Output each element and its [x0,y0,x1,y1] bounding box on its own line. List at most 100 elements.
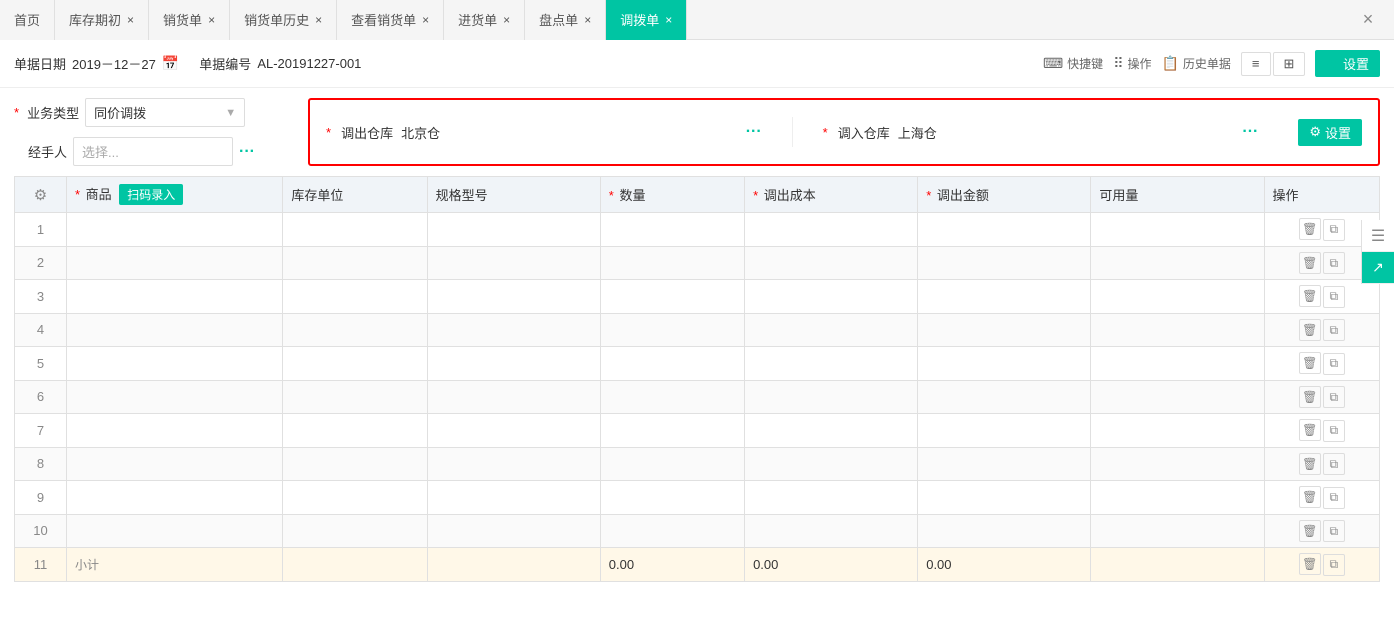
tab-inventory-init[interactable]: 库存期初 × [55,0,149,40]
product-cell[interactable] [66,313,282,347]
cost-cell[interactable] [745,481,918,515]
tab-purchase[interactable]: 进货单 × [444,0,525,40]
qty-cell[interactable] [600,313,744,347]
delete-row-button[interactable]: 🗑 [1299,386,1321,408]
delete-row-button[interactable]: 🗑 [1299,252,1321,274]
copy-row-button[interactable]: ⧉ [1323,520,1345,542]
cost-cell[interactable] [745,347,918,381]
copy-row-button[interactable]: ⧉ [1323,420,1345,442]
copy-row-button[interactable]: ⧉ [1323,286,1345,308]
spec-cell[interactable] [427,514,600,548]
qty-cell[interactable] [600,246,744,280]
copy-row-button[interactable]: ⧉ [1323,487,1345,509]
copy-row-button[interactable]: ⧉ [1323,252,1345,274]
amount-cell[interactable] [918,246,1091,280]
qty-cell[interactable] [600,380,744,414]
tab-sales-history-close[interactable]: × [315,13,322,27]
avail-cell[interactable] [1091,280,1264,314]
tab-sales-history[interactable]: 销货单历史 × [230,0,337,40]
avail-cell[interactable] [1091,347,1264,381]
operation-button[interactable]: ⠿ 操作 [1113,55,1151,72]
amount-cell[interactable] [918,514,1091,548]
biz-type-input[interactable]: 同价调拨 ▼ [85,98,245,127]
delete-row-button[interactable]: 🗑 [1299,520,1321,542]
product-cell[interactable] [66,447,282,481]
qty-cell[interactable] [600,514,744,548]
tab-view-sales-close[interactable]: × [422,13,429,27]
spec-cell[interactable] [427,347,600,381]
spec-cell[interactable] [427,213,600,247]
wh-settings-button[interactable]: ⚙ 设置 [1298,119,1362,146]
amount-cell[interactable] [918,447,1091,481]
cost-cell[interactable] [745,414,918,448]
shortcut-button[interactable]: ⌨ 快捷键 [1043,55,1103,72]
unit-cell[interactable] [283,414,427,448]
side-list-button[interactable]: ☰ [1362,220,1394,252]
avail-cell[interactable] [1091,414,1264,448]
product-cell[interactable] [66,347,282,381]
table-settings-icon[interactable]: ⚙ [34,187,47,204]
avail-cell[interactable] [1091,514,1264,548]
product-cell[interactable] [66,514,282,548]
unit-cell[interactable] [283,347,427,381]
scan-entry-button[interactable]: 扫码录入 [119,184,183,205]
tab-home[interactable]: 首页 [0,0,55,40]
tab-purchase-close[interactable]: × [503,13,510,27]
tab-view-sales[interactable]: 查看销货单 × [337,0,444,40]
qty-cell[interactable] [600,347,744,381]
handler-more-button[interactable]: ··· [239,143,255,161]
cost-cell[interactable] [745,380,918,414]
spec-cell[interactable] [427,414,600,448]
calendar-icon[interactable]: 📅 [162,55,179,72]
close-window-button[interactable]: × [1352,4,1384,36]
spec-cell[interactable] [427,548,600,582]
avail-cell[interactable] [1091,313,1264,347]
tab-sales-order-close[interactable]: × [208,13,215,27]
qty-cell[interactable] [600,213,744,247]
unit-cell[interactable] [283,313,427,347]
delete-row-button[interactable]: 🗑 [1299,285,1321,307]
delete-row-button[interactable]: 🗑 [1299,553,1321,575]
settings-button[interactable]: ≡ [1241,52,1271,76]
copy-row-button[interactable]: ⧉ [1323,319,1345,341]
product-cell[interactable] [66,414,282,448]
copy-row-button[interactable]: ⧉ [1323,386,1345,408]
unit-cell[interactable] [283,213,427,247]
grid-view-button[interactable]: ⊞ [1273,52,1306,76]
unit-cell[interactable] [283,447,427,481]
in-wh-more-button[interactable]: ··· [1242,123,1258,141]
side-export-button[interactable]: ↗ [1362,252,1394,284]
avail-cell[interactable] [1091,380,1264,414]
unit-cell[interactable] [283,280,427,314]
spec-cell[interactable] [427,313,600,347]
delete-row-button[interactable]: 🗑 [1299,352,1321,374]
cost-cell[interactable] [745,246,918,280]
amount-cell[interactable] [918,347,1091,381]
handler-input[interactable]: 选择... [73,137,233,166]
qty-cell[interactable] [600,414,744,448]
tab-transfer[interactable]: 调拨单 × [606,0,687,40]
settings-main-button[interactable]: ⚙ 设置 [1315,50,1380,77]
product-cell[interactable]: 小计 [66,548,282,582]
product-cell[interactable] [66,481,282,515]
cost-cell[interactable] [745,514,918,548]
tab-sales-order[interactable]: 销货单 × [149,0,230,40]
delete-row-button[interactable]: 🗑 [1299,453,1321,475]
copy-row-button[interactable]: ⧉ [1323,219,1345,241]
avail-cell[interactable] [1091,246,1264,280]
avail-cell[interactable] [1091,548,1264,582]
history-button[interactable]: 📋 历史单据 [1161,55,1230,72]
cost-cell[interactable] [745,280,918,314]
delete-row-button[interactable]: 🗑 [1299,486,1321,508]
delete-row-button[interactable]: 🗑 [1299,319,1321,341]
copy-row-button[interactable]: ⧉ [1323,453,1345,475]
unit-cell[interactable] [283,481,427,515]
tab-count[interactable]: 盘点单 × [525,0,606,40]
delete-row-button[interactable]: 🗑 [1299,218,1321,240]
amount-cell[interactable] [918,313,1091,347]
avail-cell[interactable] [1091,447,1264,481]
avail-cell[interactable] [1091,481,1264,515]
unit-cell[interactable] [283,548,427,582]
cost-cell[interactable] [745,213,918,247]
spec-cell[interactable] [427,481,600,515]
